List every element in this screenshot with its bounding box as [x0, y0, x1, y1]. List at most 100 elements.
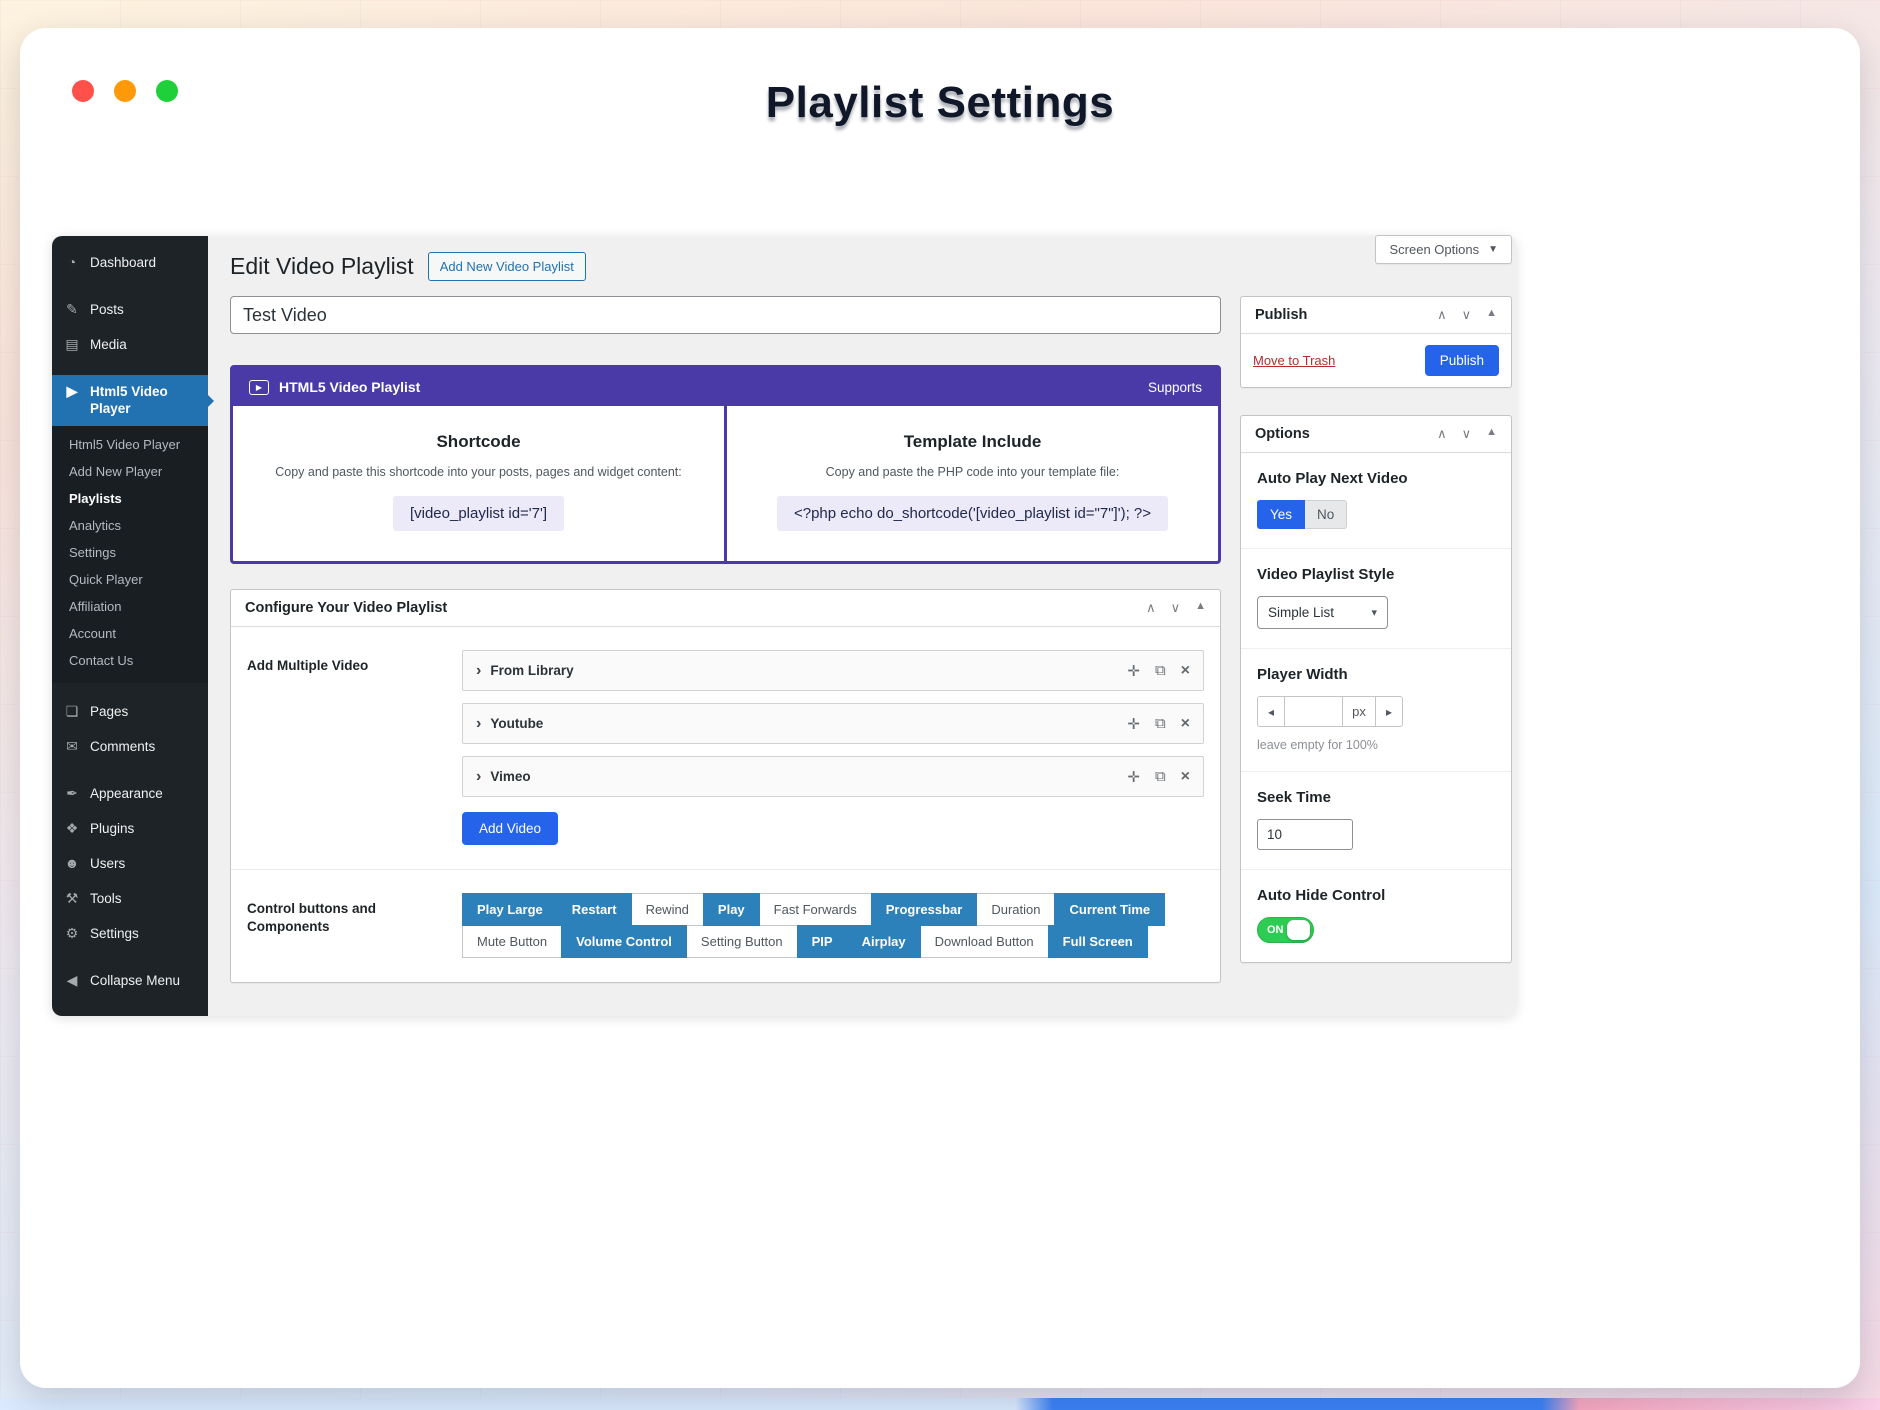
submenu-item-settings[interactable]: Settings	[52, 539, 208, 566]
playlist-title-input[interactable]	[230, 296, 1221, 334]
plugins-icon: ❖	[65, 820, 79, 836]
submenu-item-playlists[interactable]: Playlists	[52, 485, 208, 512]
publish-button[interactable]: Publish	[1424, 345, 1499, 376]
toggle-airplay-button[interactable]: Airplay	[846, 925, 921, 958]
toggle-download-button[interactable]: Download Button	[919, 925, 1049, 958]
toggle-full-screen-button[interactable]: Full Screen	[1047, 925, 1148, 958]
submenu-item-account[interactable]: Account	[52, 620, 208, 647]
appearance-icon: ✒	[66, 785, 78, 802]
sidebar-item-comments[interactable]: ✉ Comments	[52, 730, 208, 765]
publish-box-title: Publish	[1255, 307, 1308, 323]
sidebar-item-appearance[interactable]: ✒ Appearance	[52, 777, 208, 812]
move-down-icon[interactable]: ∨	[1462, 307, 1472, 323]
toggle-rewind-button[interactable]: Rewind	[630, 893, 704, 926]
admin-content: Screen Options ▼ Edit Video Playlist Add…	[208, 235, 1516, 1016]
submenu-item-add-new-player[interactable]: Add New Player	[52, 458, 208, 485]
sidebar-item-label: Pages	[90, 704, 129, 720]
control-buttons-row-1: Play Large Restart Rewind Play Fast Forw…	[462, 893, 1204, 926]
toggle-progressbar-button[interactable]: Progressbar	[870, 893, 978, 926]
shortcode-snippet[interactable]: [video_playlist id='7']	[392, 496, 565, 531]
toggle-restart-button[interactable]: Restart	[556, 893, 632, 926]
collapse-box-icon[interactable]: ▲	[1195, 600, 1206, 616]
collapse-box-icon[interactable]: ▲	[1486, 426, 1497, 442]
template-include-title: Template Include	[903, 432, 1042, 451]
supports-link[interactable]: Supports	[1148, 380, 1202, 395]
html5-video-playlist-panel: ▶ HTML5 Video Playlist Supports Shortcod…	[230, 365, 1221, 564]
move-up-icon[interactable]: ∧	[1146, 600, 1156, 616]
auto-hide-toggle[interactable]: ON	[1257, 917, 1314, 943]
submenu-item-analytics[interactable]: Analytics	[52, 512, 208, 539]
move-up-icon[interactable]: ∧	[1437, 307, 1447, 323]
submenu-item-affiliation[interactable]: Affiliation	[52, 593, 208, 620]
playlist-style-select[interactable]: Simple List ▾	[1257, 596, 1388, 629]
toggle-fast-forwards-button[interactable]: Fast Forwards	[758, 893, 872, 926]
video-row-from-library[interactable]: › From Library ✛ ⧉ ×	[462, 650, 1204, 691]
auto-hide-label: Auto Hide Control	[1257, 887, 1386, 904]
video-player-icon: ▶	[66, 382, 78, 399]
move-up-icon[interactable]: ∧	[1437, 426, 1447, 442]
seek-time-input[interactable]	[1257, 819, 1353, 850]
remove-icon[interactable]: ×	[1181, 662, 1190, 680]
duplicate-icon[interactable]: ⧉	[1155, 715, 1166, 733]
screen-options-button[interactable]: Screen Options ▼	[1375, 235, 1512, 264]
move-down-icon[interactable]: ∨	[1171, 600, 1181, 616]
player-width-input[interactable]	[1285, 697, 1342, 726]
add-new-video-playlist-button[interactable]: Add New Video Playlist	[427, 252, 586, 281]
sidebar-item-label: Media	[90, 336, 127, 352]
toggle-play-button[interactable]: Play	[702, 893, 760, 926]
sidebar-item-tools[interactable]: ⚒ Tools	[52, 882, 208, 917]
options-box: Options ∧ ∨ ▲ Auto Play Next Video Yes N…	[1240, 415, 1512, 963]
toggle-play-large-button[interactable]: Play Large	[462, 893, 558, 926]
auto-play-yes-button[interactable]: Yes	[1257, 500, 1306, 529]
submenu-item-contact-us[interactable]: Contact Us	[52, 647, 208, 674]
configure-box-title: Configure Your Video Playlist	[245, 600, 448, 616]
submenu-item-html5-video-player[interactable]: Html5 Video Player	[52, 431, 208, 458]
sidebar-item-posts[interactable]: ✎ Posts	[52, 293, 208, 328]
collapse-box-icon[interactable]: ▲	[1486, 307, 1497, 323]
template-include-snippet[interactable]: <?php echo do_shortcode('[video_playlist…	[776, 496, 1169, 531]
caret-down-icon: ▼	[1488, 244, 1498, 255]
box-header-controls: ∧ ∨ ▲	[1437, 307, 1497, 323]
increment-width-button[interactable]: ▸	[1375, 697, 1402, 726]
move-down-icon[interactable]: ∨	[1462, 426, 1472, 442]
comments-icon: ✉	[66, 738, 78, 755]
sidebar-item-dashboard[interactable]: ◔ Dashboard	[52, 246, 208, 281]
toggle-mute-button[interactable]: Mute Button	[462, 925, 563, 958]
sidebar-item-html5-video-player[interactable]: ▶ Html5 Video Player	[52, 374, 208, 427]
sidebar-item-media[interactable]: ▤ Media	[52, 328, 208, 363]
options-box-header[interactable]: Options ∧ ∨ ▲	[1241, 416, 1511, 453]
sidebar-item-plugins[interactable]: ❖ Plugins	[52, 812, 208, 847]
remove-icon[interactable]: ×	[1181, 715, 1190, 733]
control-buttons-group: Play Large Restart Rewind Play Fast Forw…	[462, 893, 1204, 958]
duplicate-icon[interactable]: ⧉	[1155, 662, 1166, 680]
configure-box-header[interactable]: Configure Your Video Playlist ∧ ∨ ▲	[231, 590, 1220, 627]
drag-move-icon[interactable]: ✛	[1127, 768, 1140, 786]
video-row-vimeo[interactable]: › Vimeo ✛ ⧉ ×	[462, 756, 1204, 797]
video-list: › From Library ✛ ⧉ × › Youtube ✛ ⧉ × › V…	[462, 650, 1204, 845]
toggle-duration-button[interactable]: Duration	[976, 893, 1056, 926]
sidebar-item-collapse-menu[interactable]: ◀ Collapse Menu	[52, 964, 208, 999]
toggle-volume-control-button[interactable]: Volume Control	[561, 925, 687, 958]
video-row-youtube[interactable]: › Youtube ✛ ⧉ ×	[462, 703, 1204, 744]
remove-icon[interactable]: ×	[1181, 768, 1190, 786]
seek-time-label: Seek Time	[1257, 789, 1331, 806]
sidebar-item-label: Appearance	[90, 786, 163, 802]
auto-play-no-button[interactable]: No	[1305, 500, 1348, 529]
drag-move-icon[interactable]: ✛	[1127, 715, 1140, 733]
decrement-width-button[interactable]: ◂	[1258, 697, 1285, 726]
video-row-actions: ✛ ⧉ ×	[1127, 662, 1190, 680]
drag-move-icon[interactable]: ✛	[1127, 662, 1140, 680]
duplicate-icon[interactable]: ⧉	[1155, 768, 1166, 786]
plugin-submenu: Html5 Video Player Add New Player Playli…	[52, 426, 208, 684]
sidebar-item-users[interactable]: ☻ Users	[52, 847, 208, 882]
publish-box-header[interactable]: Publish ∧ ∨ ▲	[1241, 297, 1511, 334]
toggle-setting-button[interactable]: Setting Button	[685, 925, 798, 958]
sidebar-item-settings[interactable]: ⚙ Settings	[52, 917, 208, 952]
move-to-trash-link[interactable]: Move to Trash	[1253, 353, 1335, 368]
toggle-current-time-button[interactable]: Current Time	[1054, 893, 1166, 926]
page-title: Playlist Settings	[765, 78, 1115, 127]
submenu-item-quick-player[interactable]: Quick Player	[52, 566, 208, 593]
toggle-pip-button[interactable]: PIP	[796, 925, 848, 958]
add-video-button[interactable]: Add Video	[462, 812, 559, 845]
sidebar-item-pages[interactable]: ❏ Pages	[52, 695, 208, 730]
